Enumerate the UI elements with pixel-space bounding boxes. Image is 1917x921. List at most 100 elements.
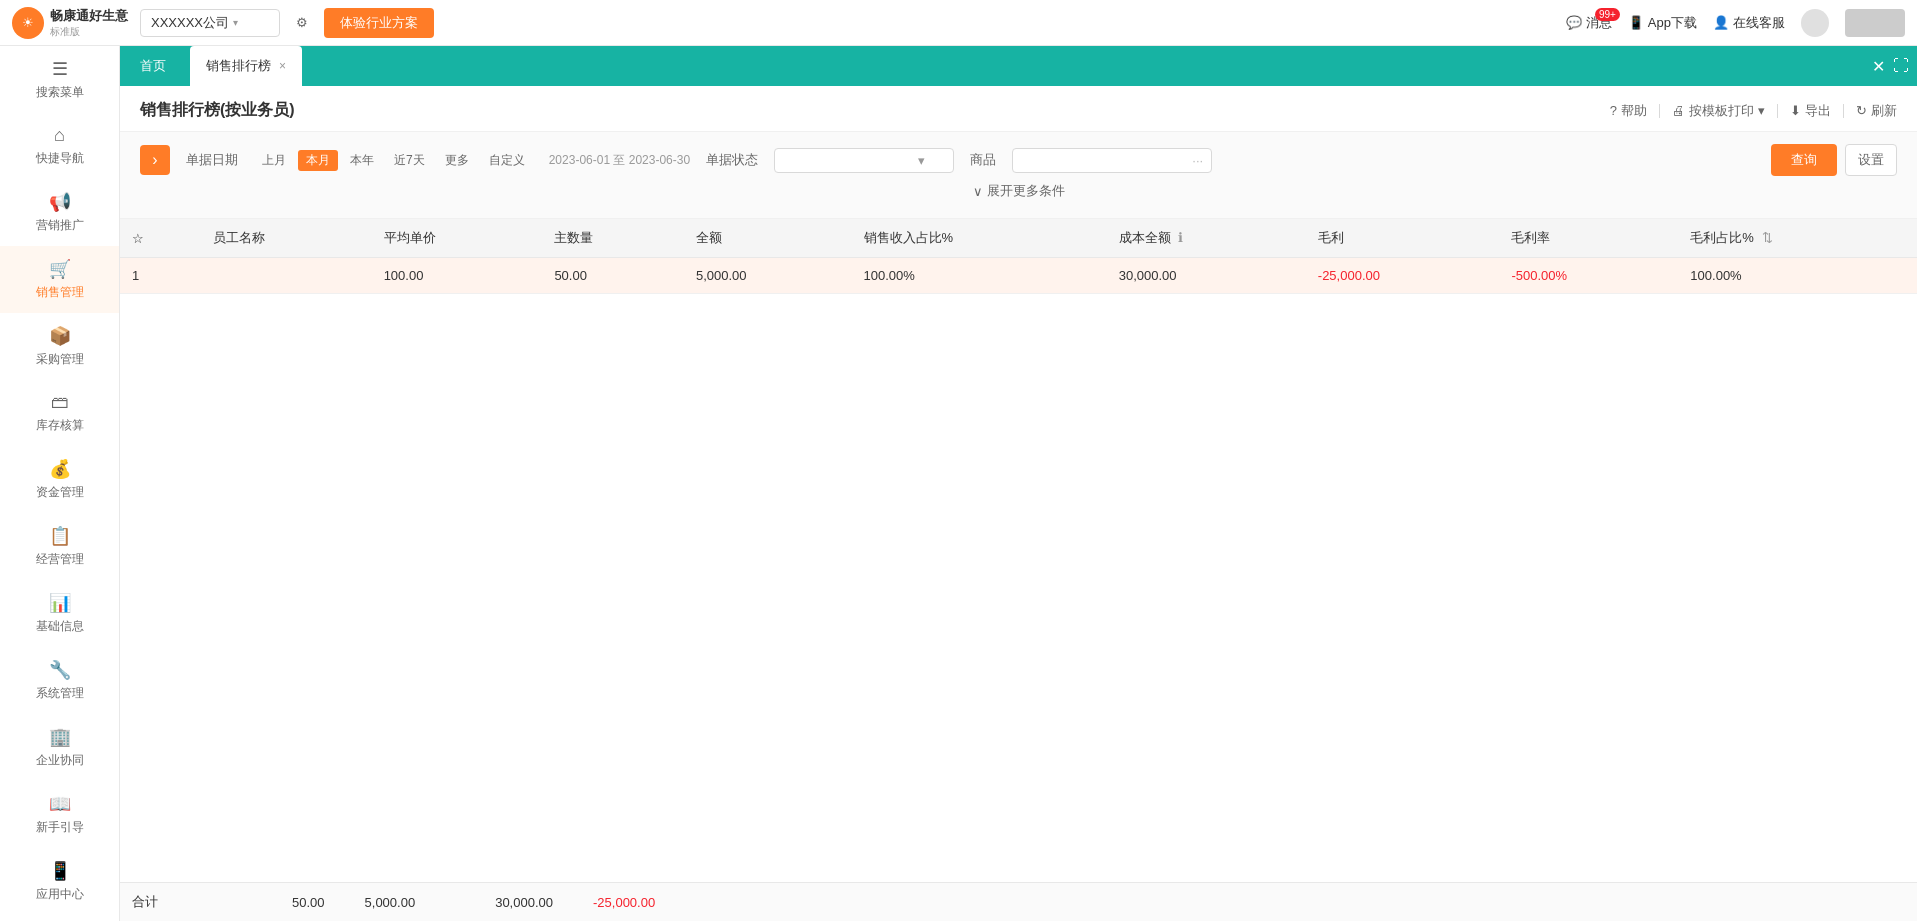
date-tab-custom[interactable]: 自定义 (481, 150, 533, 171)
data-table: ☆ 员工名称 平均单价 主数量 全额 销售收入占比% 成本全额 ℹ 毛利 (120, 219, 1917, 294)
sort-icon[interactable]: ⇅ (1762, 230, 1773, 245)
th-qty: 主数量 (542, 219, 684, 258)
cell-qty: 50.00 (542, 258, 684, 294)
sidebar-item-marketing[interactable]: 📢 营销推广 (0, 179, 119, 246)
th-cost: 成本全额 ℹ (1107, 219, 1306, 258)
th-profit: 毛利 (1306, 219, 1500, 258)
settings-button[interactable]: 设置 (1845, 144, 1897, 176)
status-select[interactable]: ▾ (774, 148, 954, 173)
service-icon: 👤 (1713, 15, 1729, 30)
export-button[interactable]: ⬇ 导出 (1790, 102, 1831, 120)
sidebar-item-wechat[interactable]: 💬 企业微信 (0, 915, 119, 921)
sidebar-item-label: 经营管理 (36, 551, 84, 568)
table-row: 1100.0050.005,000.00100.00%30,000.00-25,… (120, 258, 1917, 294)
th-profit-rate: 毛利率 (1499, 219, 1678, 258)
refresh-button[interactable]: ↻ 刷新 (1856, 102, 1897, 120)
goods-input[interactable] (1021, 153, 1192, 168)
main-layout: ☰ 搜索菜单 ⌂ 快捷导航 📢 营销推广 🛒 销售管理 📦 采购管理 🗃 库存核… (0, 46, 1917, 921)
gear-icon: ⚙ (296, 15, 308, 30)
sidebar-item-quick-nav[interactable]: ⌂ 快捷导航 (0, 113, 119, 179)
goods-input-wrap: ··· (1012, 148, 1212, 173)
filter-expand-toggle[interactable]: › (140, 145, 170, 175)
export-label: 导出 (1805, 102, 1831, 120)
date-tab-7-days[interactable]: 近7天 (386, 150, 433, 171)
th-rank: ☆ (120, 219, 201, 258)
sidebar-item-system[interactable]: 🔧 系统管理 (0, 647, 119, 714)
message-button[interactable]: 💬 消息 99+ (1566, 14, 1612, 32)
th-amount: 全额 (684, 219, 852, 258)
cart-icon: 🛒 (49, 258, 71, 280)
sidebar-item-purchase[interactable]: 📦 采购管理 (0, 313, 119, 380)
footer-qty: 50.00 (292, 895, 325, 910)
refresh-icon: ↻ (1856, 103, 1867, 118)
online-service-button[interactable]: 👤 在线客服 (1713, 14, 1785, 32)
tab-sales-ranking[interactable]: 销售排行榜 × (190, 46, 302, 86)
th-name: 员工名称 (201, 219, 372, 258)
date-tab-last-month[interactable]: 上月 (254, 150, 294, 171)
tab-close-icon[interactable]: × (279, 59, 286, 73)
info-icon: ℹ (1178, 230, 1183, 245)
settings-icon-btn[interactable]: ⚙ (288, 9, 316, 37)
date-tab-this-year[interactable]: 本年 (342, 150, 382, 171)
query-button[interactable]: 查询 (1771, 144, 1837, 176)
megaphone-icon: 📢 (49, 191, 71, 213)
finance-icon: 💰 (49, 458, 71, 480)
trial-button[interactable]: 体验行业方案 (324, 8, 434, 38)
avatar[interactable] (1801, 9, 1829, 37)
help-button[interactable]: ? 帮助 (1610, 102, 1647, 120)
cell-profit-rate: -500.00% (1499, 258, 1678, 294)
more-icon: ··· (1192, 153, 1203, 168)
date-range: 2023-06-01 至 2023-06-30 (549, 152, 690, 169)
sidebar-item-operation[interactable]: 📋 经营管理 (0, 513, 119, 580)
window-close-icon[interactable]: ✕ (1872, 57, 1885, 76)
sidebar: ☰ 搜索菜单 ⌂ 快捷导航 📢 营销推广 🛒 销售管理 📦 采购管理 🗃 库存核… (0, 46, 120, 921)
header-actions: ? 帮助 🖨 按模板打印 ▾ ⬇ 导出 (1610, 102, 1897, 120)
guide-icon: 📖 (49, 793, 71, 815)
template-print-button[interactable]: 🖨 按模板打印 ▾ (1672, 102, 1765, 120)
status-label: 单据状态 (706, 151, 758, 169)
message-badge: 99+ (1595, 8, 1620, 21)
help-icon: ? (1610, 103, 1617, 118)
sidebar-item-app-center[interactable]: 📱 应用中心 (0, 848, 119, 915)
inventory-icon: 🗃 (51, 392, 69, 413)
app-download-button[interactable]: 📱 App下载 (1628, 14, 1697, 32)
cell-profit-pct: 100.00% (1678, 258, 1917, 294)
sidebar-item-finance[interactable]: 💰 资金管理 (0, 446, 119, 513)
cell-sales-pct: 100.00% (852, 258, 1107, 294)
chevron-down-icon: ▾ (233, 17, 238, 28)
divider (1659, 104, 1660, 118)
date-tab-more[interactable]: 更多 (437, 150, 477, 171)
divider (1843, 104, 1844, 118)
date-tab-this-month[interactable]: 本月 (298, 150, 338, 171)
company-selector[interactable]: XXXXXX公司 ▾ (140, 9, 280, 37)
window-expand-icon[interactable]: ⛶ (1893, 57, 1909, 76)
date-label: 单据日期 (186, 151, 238, 169)
logo-sub: 标准版 (50, 25, 128, 39)
template-print-label: 按模板打印 (1689, 102, 1754, 120)
tab-home[interactable]: 首页 (120, 46, 186, 86)
logo-area: ☀ 畅康通好生意 标准版 (12, 7, 132, 39)
sidebar-item-label: 新手引导 (36, 819, 84, 836)
sidebar-item-search[interactable]: ☰ 搜索菜单 (0, 46, 119, 113)
logo-text: 畅康通好生意 标准版 (50, 7, 128, 39)
online-service-label: 在线客服 (1733, 14, 1785, 32)
expand-more-button[interactable]: ∨ 展开更多条件 (973, 182, 1065, 200)
cell-avg-price: 100.00 (372, 258, 543, 294)
tab-bar: 首页 销售排行榜 × ✕ ⛶ (120, 46, 1917, 86)
divider (1777, 104, 1778, 118)
table-header-row: ☆ 员工名称 平均单价 主数量 全额 销售收入占比% 成本全额 ℹ 毛利 (120, 219, 1917, 258)
sidebar-item-label: 搜索菜单 (36, 84, 84, 101)
sidebar-item-label: 企业协同 (36, 752, 84, 769)
logo-icon: ☀ (12, 7, 44, 39)
footer-cost: 30,000.00 (495, 895, 553, 910)
sidebar-item-enterprise[interactable]: 🏢 企业协同 (0, 714, 119, 781)
print-icon: 🖨 (1672, 103, 1685, 118)
app-download-label: App下载 (1648, 14, 1697, 32)
sidebar-item-sales[interactable]: 🛒 销售管理 (0, 246, 119, 313)
sidebar-item-basic-info[interactable]: 📊 基础信息 (0, 580, 119, 647)
package-icon: 📦 (49, 325, 71, 347)
sidebar-item-inventory[interactable]: 🗃 库存核算 (0, 380, 119, 446)
sidebar-item-label: 快捷导航 (36, 150, 84, 167)
sidebar-item-guide[interactable]: 📖 新手引导 (0, 781, 119, 848)
top-bar: ☀ 畅康通好生意 标准版 XXXXXX公司 ▾ ⚙ 体验行业方案 💬 消息 99… (0, 0, 1917, 46)
